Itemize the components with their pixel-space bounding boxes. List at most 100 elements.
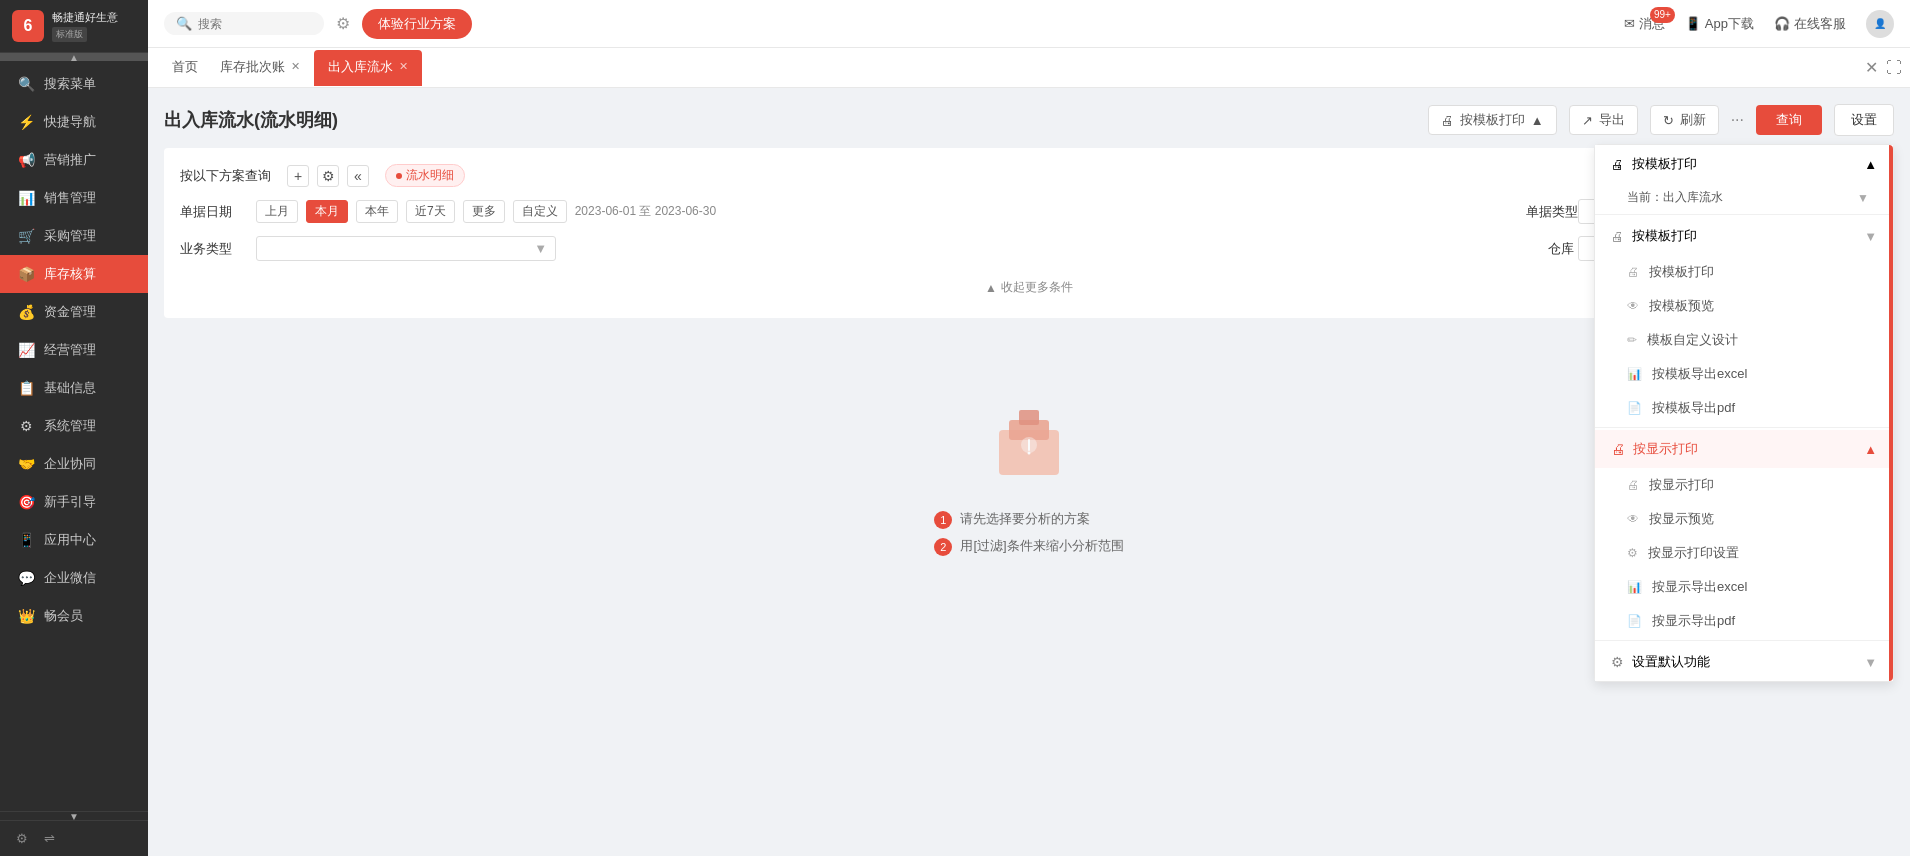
dropdown-display-pdf[interactable]: 📄 按显示导出pdf (1595, 604, 1893, 638)
trial-button[interactable]: 体验行业方案 (362, 9, 472, 39)
sidebar-item-sales[interactable]: 📊 销售管理 (0, 179, 148, 217)
dropdown-template-design[interactable]: ✏ 模板自定义设计 (1595, 323, 1893, 357)
dropdown-template-print[interactable]: 🖨 按模板打印 (1595, 255, 1893, 289)
template-print-section[interactable]: 🖨 按模板打印 ▼ (1595, 217, 1893, 255)
tab-flow-close[interactable]: ✕ (399, 60, 408, 73)
header-search-box[interactable]: 🔍 (164, 12, 324, 35)
settings-gear-icon[interactable]: ⚙ (336, 14, 350, 33)
user-avatar[interactable]: 👤 (1866, 10, 1894, 38)
dropdown-display-settings[interactable]: ⚙ 按显示打印设置 (1595, 536, 1893, 570)
date-filter: 上月 本月 本年 近7天 更多 自定义 2023-06-01 至 2023-06… (256, 200, 716, 223)
dropdown-display-preview[interactable]: 👁 按显示预览 (1595, 502, 1893, 536)
sidebar-item-member[interactable]: 👑 畅会员 (0, 597, 148, 635)
settings-icon[interactable]: ⚙ (16, 831, 28, 846)
system-nav-icon: ⚙ (16, 418, 36, 434)
app-download-action[interactable]: 📱 App下载 (1685, 15, 1754, 33)
finance-nav-icon: 💰 (16, 304, 36, 320)
date-range-display: 2023-06-01 至 2023-06-30 (575, 203, 716, 220)
sidebar-item-basic[interactable]: 📋 基础信息 (0, 369, 148, 407)
divider-1 (1595, 214, 1893, 215)
apps-nav-icon: 📱 (16, 532, 36, 548)
template-section-chevron: ▼ (1864, 229, 1877, 244)
export-btn[interactable]: ↗ 导出 (1569, 105, 1638, 135)
sidebar-scroll-down[interactable]: ▼ (0, 811, 148, 820)
operation-nav-icon: 📈 (16, 342, 36, 358)
dropdown-template-preview[interactable]: 👁 按模板预览 (1595, 289, 1893, 323)
messages-badge: 99+ (1650, 7, 1675, 23)
sidebar-item-guide[interactable]: 🎯 新手引导 (0, 483, 148, 521)
date-current-month-btn[interactable]: 本月 (306, 200, 348, 223)
dropdown-template-excel[interactable]: 📊 按模板导出excel (1595, 357, 1893, 391)
sidebar-item-search[interactable]: 🔍 搜索菜单 (0, 65, 148, 103)
close-window-icon[interactable]: ✕ (1865, 58, 1878, 77)
type-label: 单据类型 (1526, 203, 1578, 221)
guide-nav-icon: 🎯 (16, 494, 36, 510)
display-settings-icon: ⚙ (1627, 546, 1638, 560)
default-settings-section[interactable]: ⚙ 设置默认功能 ▼ (1595, 643, 1893, 681)
sidebar-item-operation[interactable]: 📈 经营管理 (0, 331, 148, 369)
date-custom-btn[interactable]: 自定义 (513, 200, 567, 223)
date-prev-month-btn[interactable]: 上月 (256, 200, 298, 223)
biz-select[interactable]: ▼ (256, 236, 556, 261)
date-year-btn[interactable]: 本年 (356, 200, 398, 223)
dropdown-current: 当前：出入库流水 ▼ (1595, 183, 1893, 212)
stream-tag[interactable]: 流水明细 (385, 164, 465, 187)
sidebar-item-inventory[interactable]: 📦 库存核算 (0, 255, 148, 293)
default-settings-icon: ⚙ (1611, 654, 1624, 670)
filter-settings-btn[interactable]: ⚙ (317, 165, 339, 187)
sidebar-item-marketing[interactable]: 📢 营销推广 (0, 141, 148, 179)
sidebar-item-purchase[interactable]: 🛒 采购管理 (0, 217, 148, 255)
add-filter-btn[interactable]: + (287, 165, 309, 187)
marketing-nav-icon: 📢 (16, 152, 36, 168)
tab-batch[interactable]: 库存批次账 ✕ (206, 50, 314, 86)
page-top-actions: 🖨 按模板打印 ▲ ↗ 导出 ↻ 刷新 ··· 查询 设置 (1428, 104, 1894, 136)
sidebar-item-quick[interactable]: ⚡ 快捷导航 (0, 103, 148, 141)
dropdown-header[interactable]: 🖨 按模板打印 ▲ (1595, 145, 1893, 183)
member-nav-icon: 👑 (16, 608, 36, 624)
collapse-sidebar-icon[interactable]: ⇌ (44, 831, 55, 846)
tabs-bar: 首页 库存批次账 ✕ 出入库流水 ✕ ✕ ⛶ (148, 48, 1910, 88)
app-logo-icon: 6 (12, 10, 44, 42)
search-input[interactable] (198, 17, 298, 31)
header-actions: ✉ 消息 99+ 📱 App下载 🎧 在线客服 👤 (1624, 10, 1894, 38)
inventory-nav-icon: 📦 (16, 266, 36, 282)
print-template-btn[interactable]: 🖨 按模板打印 ▲ (1428, 105, 1557, 135)
more-actions-icon[interactable]: ··· (1731, 111, 1744, 129)
dropdown-template-pdf[interactable]: 📄 按模板导出pdf (1595, 391, 1893, 425)
display-preview-icon: 👁 (1627, 512, 1639, 526)
header: 🔍 ⚙ 体验行业方案 ✉ 消息 99+ 📱 App下载 🎧 在线客服 👤 (148, 0, 1910, 48)
printer-icon: 🖨 (1441, 113, 1454, 128)
collab-nav-icon: 🤝 (16, 456, 36, 472)
page-title: 出入库流水(流水明细) (164, 108, 338, 132)
message-icon: ✉ (1624, 16, 1635, 31)
date-week-btn[interactable]: 近7天 (406, 200, 455, 223)
item-design-icon: ✏ (1627, 333, 1637, 347)
sidebar-item-system[interactable]: ⚙ 系统管理 (0, 407, 148, 445)
refresh-btn[interactable]: ↻ 刷新 (1650, 105, 1719, 135)
tab-home[interactable]: 首页 (164, 50, 206, 86)
sidebar-scroll-up[interactable]: ▲ (0, 53, 148, 61)
sidebar-item-wechat[interactable]: 💬 企业微信 (0, 559, 148, 597)
search-label: 按以下方案查询 (180, 167, 271, 185)
dropdown-display-print[interactable]: 🖨 按显示打印 (1595, 468, 1893, 502)
tab-batch-close[interactable]: ✕ (291, 60, 300, 73)
display-print-section[interactable]: 🖨 按显示打印 ▲ (1595, 430, 1893, 468)
sidebar-item-finance[interactable]: 💰 资金管理 (0, 293, 148, 331)
template-print-icon: 🖨 (1611, 229, 1624, 244)
filter-collapse-btn[interactable]: « (347, 165, 369, 187)
sales-nav-icon: 📊 (16, 190, 36, 206)
divider-2 (1595, 427, 1893, 428)
print-dropdown-panel: 🖨 按模板打印 ▲ 当前：出入库流水 ▼ 🖨 按模板打印 ▼ 🖨 按模 (1594, 144, 1894, 682)
dropdown-header-chevron: ▲ (1864, 157, 1877, 172)
dropdown-display-excel[interactable]: 📊 按显示导出excel (1595, 570, 1893, 604)
tab-flow[interactable]: 出入库流水 ✕ (314, 50, 422, 86)
maximize-window-icon[interactable]: ⛶ (1886, 59, 1902, 77)
sidebar-item-apps[interactable]: 📱 应用中心 (0, 521, 148, 559)
date-more-btn[interactable]: 更多 (463, 200, 505, 223)
search-icon: 🔍 (176, 16, 192, 31)
sidebar-item-collab[interactable]: 🤝 企业协同 (0, 445, 148, 483)
messages-action[interactable]: ✉ 消息 99+ (1624, 15, 1665, 33)
online-service-action[interactable]: 🎧 在线客服 (1774, 15, 1846, 33)
set-button[interactable]: 设置 (1834, 104, 1894, 136)
query-button[interactable]: 查询 (1756, 105, 1822, 135)
